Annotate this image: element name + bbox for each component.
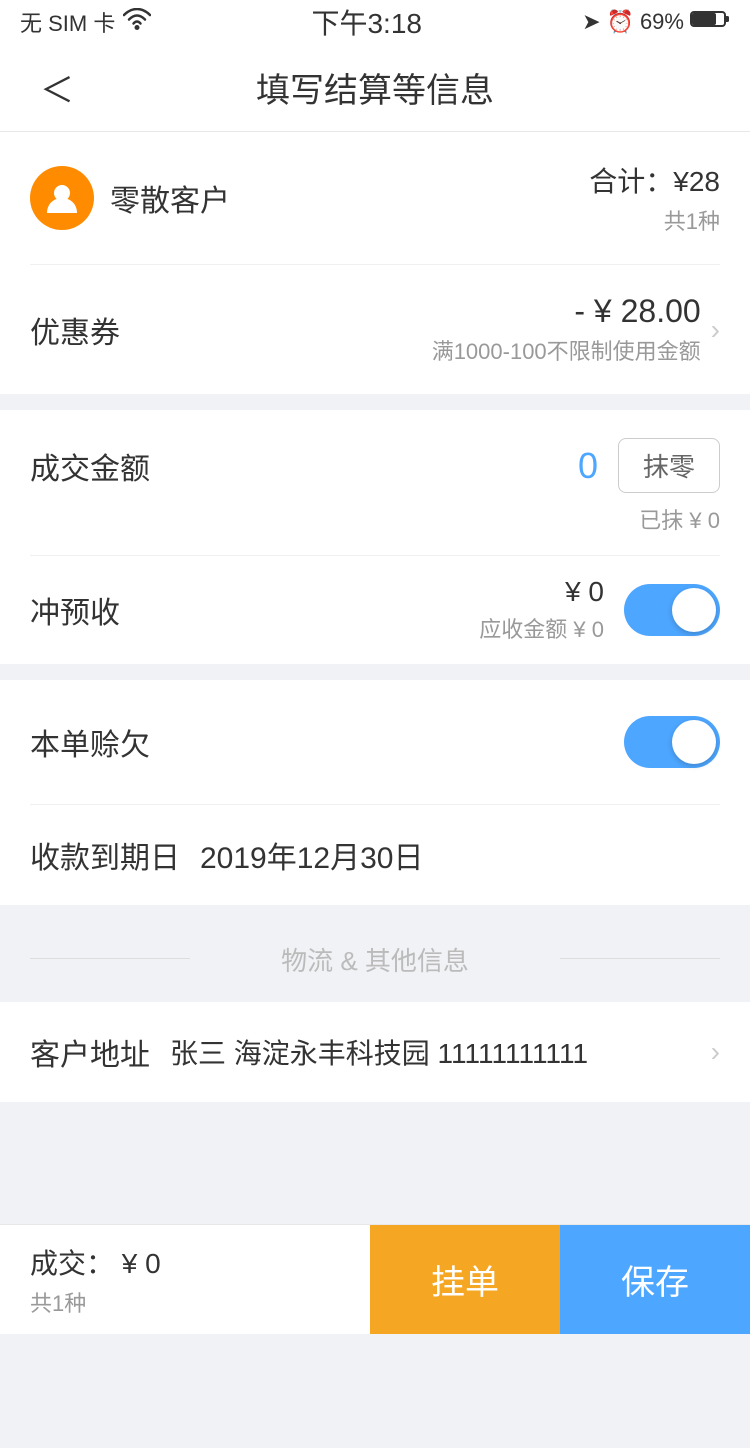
nav-bar: ＜ 填写结算等信息 [0,44,750,132]
precollect-amount: ¥ 0 [479,576,604,608]
address-card: 客户地址 张三 海淀永丰科技园 11111111111 › [0,1002,750,1102]
amount-value: 0 [578,445,598,487]
bottom-deal: 成交： ¥ 0 [30,1242,340,1282]
customer-count: 共1种 [589,204,720,236]
amount-sub: 已抹 ¥ 0 [0,503,750,555]
back-button[interactable]: ＜ [30,53,84,122]
amount-right: 0 抹零 [578,438,720,493]
status-time: 下午3:18 [311,2,422,42]
alarm-icon: ⏰ [607,9,634,35]
avatar [30,166,94,230]
precollect-right: ¥ 0 应收金额 ¥ 0 [479,576,720,644]
customer-card: 零散客户 合计：¥28 共1种 优惠券 - ¥ 28.00 满1000-100不… [0,132,750,394]
address-row[interactable]: 客户地址 张三 海淀永丰科技园 11111111111 › [0,1002,750,1102]
wifi-icon [123,8,151,36]
address-value: 张三 海淀永丰科技园 11111111111 [170,1032,711,1072]
coupon-right: - ¥ 28.00 满1000-100不限制使用金额 › [432,293,720,366]
customer-total: 合计：¥28 [589,160,720,200]
debt-label: 本单赊欠 [30,720,150,764]
bottom-bar: 成交： ¥ 0 共1种 挂单 保存 [0,1224,750,1334]
debt-row: 本单赊欠 [0,680,750,804]
address-label: 客户地址 [30,1030,150,1074]
duedate-label: 收款到期日 [30,833,180,877]
chevron-address-icon: › [711,1036,720,1068]
location-icon: ➤ [582,9,600,35]
chevron-right-icon: › [711,314,720,346]
save-button[interactable]: 保存 [560,1225,750,1334]
coupon-info: - ¥ 28.00 满1000-100不限制使用金额 [432,293,701,366]
divider-line-left [30,958,190,959]
amount-row: 成交金额 0 抹零 [0,410,750,503]
duedate-value: 2019年12月30日 [200,833,423,877]
coupon-row[interactable]: 优惠券 - ¥ 28.00 满1000-100不限制使用金额 › [0,265,750,394]
customer-row: 零散客户 合计：¥28 共1种 [0,132,750,264]
battery-icon [690,9,730,35]
page-title: 填写结算等信息 [256,63,494,112]
precollect-label: 冲预收 [30,588,120,632]
debt-toggle-knob [672,720,716,764]
customer-name: 零散客户 [110,176,230,220]
divider-line-right [560,958,720,959]
coupon-value: - ¥ 28.00 [432,293,701,330]
amount-card: 成交金额 0 抹零 已抹 ¥ 0 冲预收 ¥ 0 应收金额 ¥ 0 [0,410,750,664]
coupon-label: 优惠券 [30,308,120,352]
customer-left: 零散客户 [30,166,230,230]
precollect-receivable: 应收金额 ¥ 0 [479,612,604,644]
round-zero-button[interactable]: 抹零 [618,438,720,493]
coupon-desc: 满1000-100不限制使用金额 [432,334,701,366]
precollect-toggle[interactable] [624,584,720,636]
amount-label: 成交金额 [30,444,150,488]
status-bar: 无 SIM 卡 下午3:18 ➤ ⏰ 69% [0,0,750,44]
sim-label: 无 SIM 卡 [20,6,115,38]
battery-label: 69% [640,9,684,35]
status-left: 无 SIM 卡 [20,6,151,38]
debt-toggle[interactable] [624,716,720,768]
status-right: ➤ ⏰ 69% [582,9,730,35]
customer-right: 合计：¥28 共1种 [589,160,720,236]
logistics-header: 物流 & 其他信息 [0,921,750,994]
bottom-count: 共1种 [30,1286,340,1318]
bottom-summary: 成交： ¥ 0 共1种 [0,1225,370,1334]
duedate-row: 收款到期日 2019年12月30日 [0,805,750,905]
logistics-section: 物流 & 其他信息 [0,921,750,1002]
precollect-values: ¥ 0 应收金额 ¥ 0 [479,576,604,644]
precollect-row: 冲预收 ¥ 0 应收金额 ¥ 0 [0,556,750,664]
toggle-knob [672,588,716,632]
logistics-title: 物流 & 其他信息 [261,941,489,978]
hold-button[interactable]: 挂单 [370,1225,560,1334]
debt-card: 本单赊欠 收款到期日 2019年12月30日 [0,680,750,905]
